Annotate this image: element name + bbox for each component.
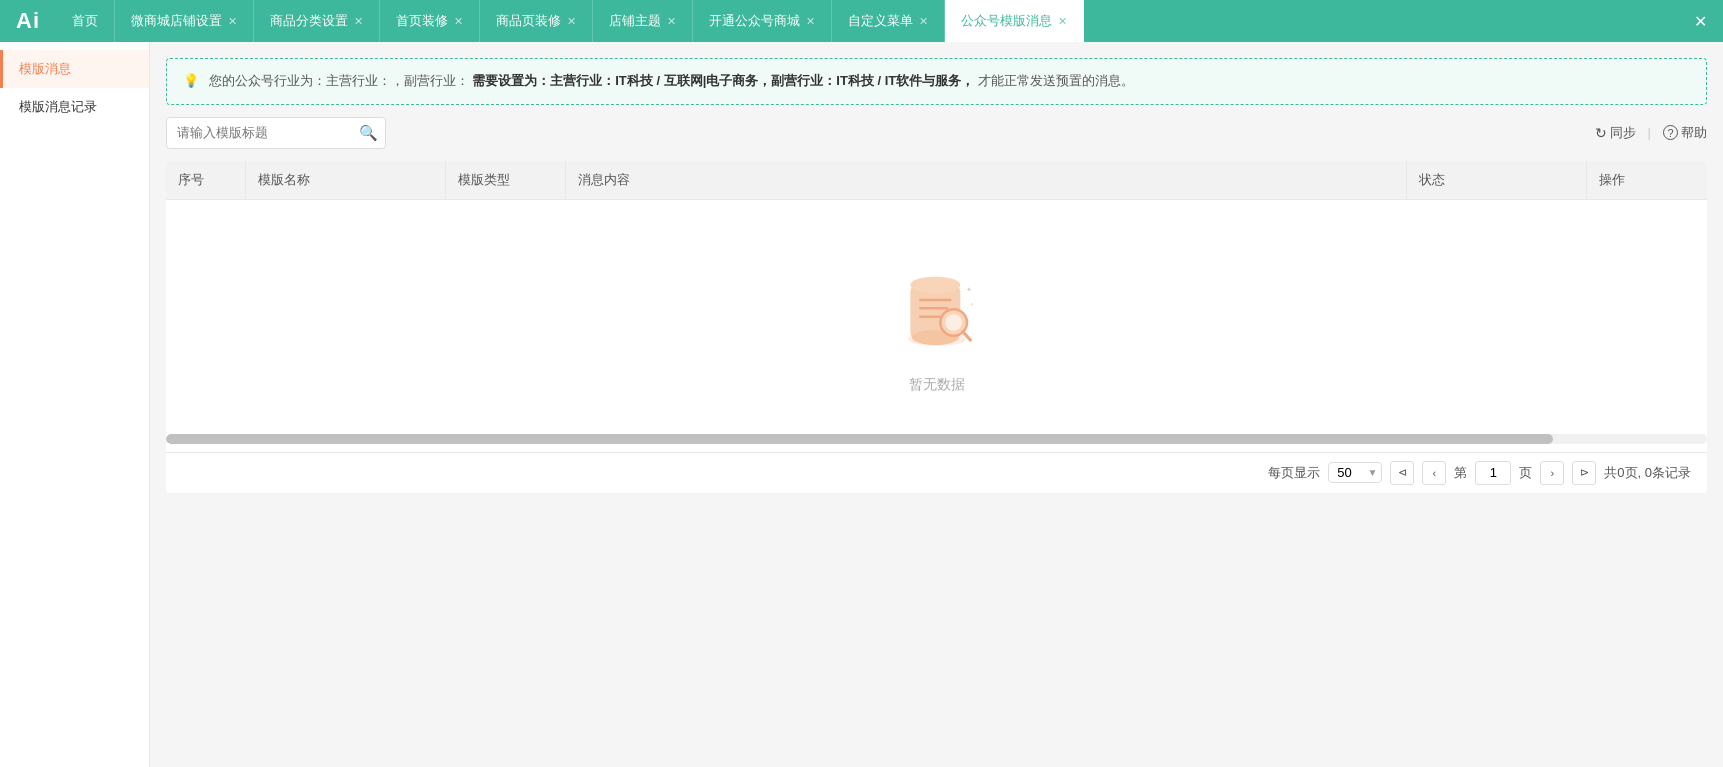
col-type: 模版类型 [446, 161, 566, 199]
main-layout: 模版消息 模版消息记录 💡 您的公众号行业为：主营行业：，副营行业： 需要设置为… [0, 42, 1723, 767]
sidebar-item-template-record[interactable]: 模版消息记录 [0, 88, 149, 126]
tab-product-decoration[interactable]: 商品页装修 ✕ [480, 0, 593, 42]
page-size-select[interactable]: 50 10 20 100 [1328, 462, 1382, 483]
close-tab-template-msg[interactable]: ✕ [1058, 15, 1067, 28]
page-suffix: 页 [1519, 464, 1532, 482]
search-input-wrap: 🔍 [166, 117, 386, 149]
help-icon: ? [1663, 125, 1678, 140]
svg-point-2 [910, 276, 960, 293]
sync-icon: ↻ [1595, 125, 1607, 141]
page-prefix: 第 [1454, 464, 1467, 482]
tab-custom-menu[interactable]: 自定义菜单 ✕ [832, 0, 945, 42]
table-header: 序号 模版名称 模版类型 消息内容 状态 操作 [166, 161, 1707, 200]
app-logo: Ai [0, 8, 56, 34]
search-input[interactable] [166, 117, 386, 149]
search-icon[interactable]: 🔍 [359, 124, 378, 142]
svg-text:✦: ✦ [966, 285, 972, 292]
sync-button[interactable]: ↻ 同步 [1595, 124, 1636, 142]
scroll-indicator[interactable] [166, 434, 1707, 444]
col-content: 消息内容 [566, 161, 1407, 199]
tab-shop-theme[interactable]: 店铺主题 ✕ [593, 0, 693, 42]
tab-product-category[interactable]: 商品分类设置 ✕ [254, 0, 380, 42]
tab-bar: Ai 首页 微商城店铺设置 ✕ 商品分类设置 ✕ 首页装修 ✕ 商品页装修 ✕ … [0, 0, 1723, 42]
pagination-summary: 共0页, 0条记录 [1604, 464, 1691, 482]
close-all-tabs[interactable]: ✕ [1678, 12, 1723, 31]
sidebar-item-template-message[interactable]: 模版消息 [0, 50, 149, 88]
svg-point-8 [945, 314, 962, 331]
first-page-button[interactable]: ⊲ [1390, 461, 1414, 485]
close-tab-home-decoration[interactable]: ✕ [454, 15, 463, 28]
close-tab-shop-settings[interactable]: ✕ [228, 15, 237, 28]
tab-shop-settings[interactable]: 微商城店铺设置 ✕ [115, 0, 254, 42]
page-number-input[interactable] [1475, 461, 1511, 485]
search-bar: 🔍 ↻ 同步 | ? 帮助 [166, 117, 1707, 149]
empty-text: 暂无数据 [909, 376, 965, 394]
toolbar-divider: | [1648, 125, 1651, 140]
pagination: 每页显示 50 10 20 100 ▼ ⊲ ‹ 第 页 › ⊳ 共 [166, 452, 1707, 493]
next-page-button[interactable]: › [1540, 461, 1564, 485]
tab-home[interactable]: 首页 [56, 0, 115, 42]
close-tab-open-mall[interactable]: ✕ [806, 15, 815, 28]
col-status: 状态 [1407, 161, 1587, 199]
close-tab-shop-theme[interactable]: ✕ [667, 15, 676, 28]
content-area: 💡 您的公众号行业为：主营行业：，副营行业： 需要设置为：主营行业：IT科技 /… [150, 42, 1723, 767]
page-size-label: 每页显示 [1268, 464, 1320, 482]
data-table: 序号 模版名称 模版类型 消息内容 状态 操作 [166, 161, 1707, 493]
last-page-button[interactable]: ⊳ [1572, 461, 1596, 485]
col-name: 模版名称 [246, 161, 446, 199]
col-actions: 操作 [1587, 161, 1707, 199]
col-index: 序号 [166, 161, 246, 199]
tab-home-decoration[interactable]: 首页装修 ✕ [380, 0, 480, 42]
page-size-wrap: 50 10 20 100 ▼ [1328, 462, 1382, 483]
sidebar: 模版消息 模版消息记录 [0, 42, 150, 767]
notice-icon: 💡 [183, 73, 199, 88]
prev-page-button[interactable]: ‹ [1422, 461, 1446, 485]
tab-open-mall[interactable]: 开通公众号商城 ✕ [693, 0, 832, 42]
toolbar-right: ↻ 同步 | ? 帮助 [1595, 124, 1707, 142]
svg-text:✦: ✦ [970, 301, 974, 307]
empty-state: ✦ ✦ 暂无数据 [166, 200, 1707, 434]
scroll-thumb [166, 434, 1553, 444]
close-tab-product-category[interactable]: ✕ [354, 15, 363, 28]
empty-icon: ✦ ✦ [887, 260, 987, 360]
close-tab-product-decoration[interactable]: ✕ [567, 15, 576, 28]
help-button[interactable]: ? 帮助 [1663, 124, 1707, 142]
close-tab-custom-menu[interactable]: ✕ [919, 15, 928, 28]
tab-template-msg[interactable]: 公众号模版消息 ✕ [945, 0, 1084, 42]
notice-box: 💡 您的公众号行业为：主营行业：，副营行业： 需要设置为：主营行业：IT科技 /… [166, 58, 1707, 105]
